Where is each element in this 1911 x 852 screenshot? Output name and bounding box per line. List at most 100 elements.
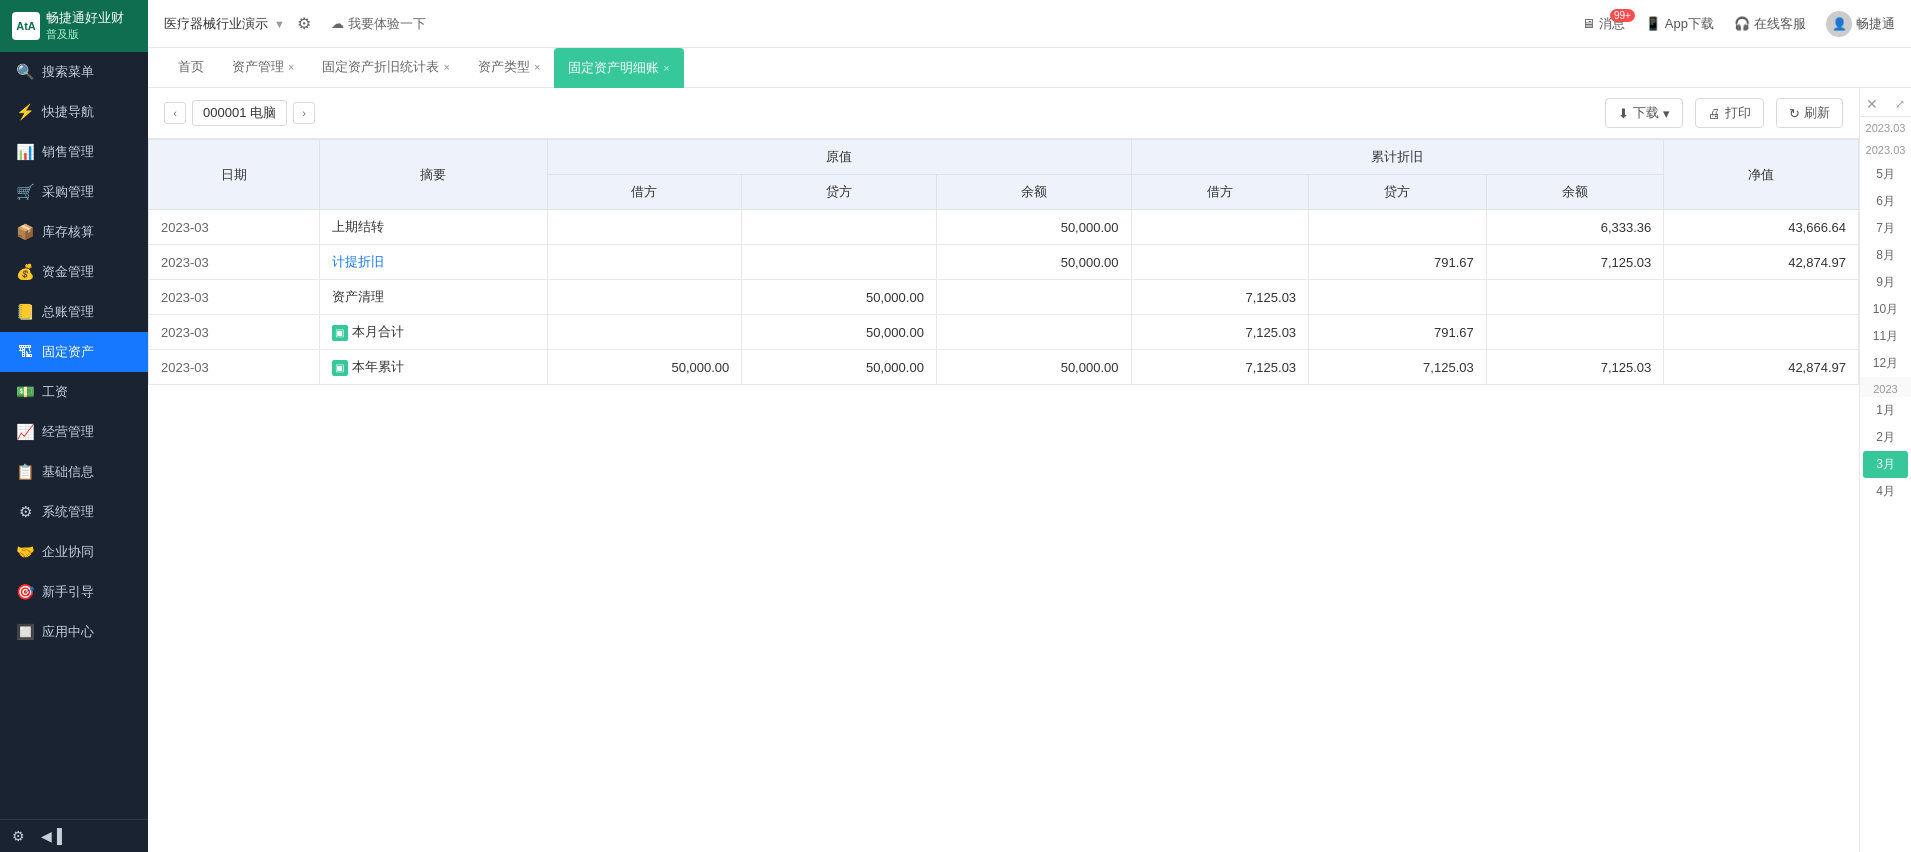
asset-code: 000001 [203, 105, 246, 120]
sidebar-item-sales[interactable]: 📊 销售管理 [0, 132, 148, 172]
timeline-month-6[interactable]: 6月 [1860, 188, 1911, 215]
sidebar-item-purchase[interactable]: 🛒 采购管理 [0, 172, 148, 212]
sidebar-item-app-center[interactable]: 🔲 应用中心 [0, 612, 148, 652]
sidebar-item-label: 新手引导 [42, 583, 94, 601]
timeline-month-11[interactable]: 11月 [1860, 323, 1911, 350]
timeline-close-btn[interactable]: ✕ [1866, 96, 1878, 112]
asset-code-display: 000001 电脑 [192, 100, 287, 126]
col-accum-balance: 余额 [1486, 175, 1664, 210]
tab-asset-mgmt-label: 资产管理 [232, 58, 284, 76]
message-badge: 99+ [1610, 9, 1635, 22]
collapse-sidebar-icon[interactable]: ◀▐ [41, 828, 62, 844]
table-toolbar: ‹ 000001 电脑 › ⬇ 下载 ▾ 🖨 打印 [148, 88, 1859, 139]
timeline-expand-btn[interactable]: ⤢ [1895, 97, 1905, 111]
col-accumulated-depreciation: 累计折旧 [1131, 140, 1664, 175]
sidebar-item-enterprise[interactable]: 🤝 企业协同 [0, 532, 148, 572]
app-download-btn[interactable]: 📱 App下载 [1645, 15, 1714, 33]
asset-next-btn[interactable]: › [293, 102, 315, 124]
timeline-year-top2: 2023.03 [1860, 139, 1911, 161]
col-original-value: 原值 [547, 140, 1131, 175]
col-desc: 摘要 [319, 140, 547, 210]
timeline-month-3[interactable]: 3月 [1863, 451, 1908, 478]
app-download-label: App下载 [1665, 15, 1714, 33]
timeline-month-7[interactable]: 7月 [1860, 215, 1911, 242]
settings-footer-icon[interactable]: ⚙ [12, 828, 25, 844]
sidebar-item-guide[interactable]: 🎯 新手引导 [0, 572, 148, 612]
settings-icon[interactable]: ⚙ [297, 14, 311, 33]
asset-name: 电脑 [250, 105, 276, 120]
print-btn[interactable]: 🖨 打印 [1695, 98, 1764, 128]
tab-depreciation-label: 固定资产折旧统计表 [322, 58, 439, 76]
sidebar-item-operations[interactable]: 📈 经营管理 [0, 412, 148, 452]
app-download-icon: 📱 [1645, 16, 1661, 31]
sidebar-item-system[interactable]: ⚙ 系统管理 [0, 492, 148, 532]
timeline-month-1[interactable]: 1月 [1860, 397, 1911, 424]
sales-icon: 📊 [16, 143, 34, 161]
tab-depreciation-stats[interactable]: 固定资产折旧统计表 × [308, 48, 463, 88]
tab-asset-mgmt[interactable]: 资产管理 × [218, 48, 308, 88]
sidebar-item-label: 基础信息 [42, 463, 94, 481]
user-menu[interactable]: 👤 畅捷通 [1826, 11, 1895, 37]
company-selector[interactable]: 医疗器械行业演示 ▼ [164, 15, 285, 33]
timeline-month-8[interactable]: 8月 [1860, 242, 1911, 269]
sidebar-item-label: 工资 [42, 383, 68, 401]
user-name: 畅捷通 [1856, 15, 1895, 33]
tabbar: 首页 资产管理 × 固定资产折旧统计表 × 资产类型 × 固定资产明细账 × [148, 48, 1911, 88]
timeline-month-5[interactable]: 5月 [1860, 161, 1911, 188]
sidebar-item-basic-info[interactable]: 📋 基础信息 [0, 452, 148, 492]
sidebar-item-ledger[interactable]: 📒 总账管理 [0, 292, 148, 332]
data-table: 日期 摘要 原值 累计折旧 净值 借方 贷方 余额 借方 贷方 余额 [148, 139, 1859, 852]
timeline-section-old: 5月 6月 7月 8月 9月 10月 11月 12月 [1860, 161, 1911, 377]
sidebar-item-inventory[interactable]: 📦 库存核算 [0, 212, 148, 252]
sidebar-item-search[interactable]: 🔍 搜索菜单 [0, 52, 148, 92]
download-dropdown-icon: ▾ [1663, 106, 1670, 121]
tab-asset-detail[interactable]: 固定资产明细账 × [554, 48, 683, 88]
table-container: ‹ 000001 电脑 › ⬇ 下载 ▾ 🖨 打印 [148, 88, 1859, 852]
col-net-value: 净值 [1664, 140, 1859, 210]
tab-asset-type-close[interactable]: × [534, 61, 540, 73]
table-row: 2023-03上期结转50,000.006,333.3643,666.64 [149, 210, 1859, 245]
timeline-year-top: 2023.03 [1860, 117, 1911, 139]
tab-asset-type[interactable]: 资产类型 × [464, 48, 554, 88]
customer-service-icon: 🎧 [1734, 16, 1750, 31]
topbar: 医疗器械行业演示 ▼ ⚙ ☁ 我要体验一下 🖥 消息 99+ 📱 App下载 🎧… [148, 0, 1911, 48]
timeline-2023-label: 2023 [1860, 377, 1911, 397]
timeline-month-9[interactable]: 9月 [1860, 269, 1911, 296]
tab-depreciation-close[interactable]: × [443, 61, 449, 73]
desc-link[interactable]: 计提折旧 [332, 253, 535, 271]
refresh-btn[interactable]: ↻ 刷新 [1776, 98, 1843, 128]
sidebar-item-quick-nav[interactable]: ⚡ 快捷导航 [0, 92, 148, 132]
sidebar-item-label: 经营管理 [42, 423, 94, 441]
timeline-month-10[interactable]: 10月 [1860, 296, 1911, 323]
timeline-month-12[interactable]: 12月 [1860, 350, 1911, 377]
download-btn[interactable]: ⬇ 下载 ▾ [1605, 98, 1683, 128]
tab-home[interactable]: 首页 [164, 48, 218, 88]
tab-asset-detail-close[interactable]: × [663, 62, 669, 74]
summary-icon: ▣ [332, 325, 348, 341]
app-title: 畅捷通好业财 [46, 10, 124, 27]
app-subtitle: 普及版 [46, 27, 124, 42]
experience-btn[interactable]: ☁ 我要体验一下 [331, 15, 426, 33]
sidebar-item-fixed-assets[interactable]: 🏗 固定资产 [0, 332, 148, 372]
sidebar-item-label: 企业协同 [42, 543, 94, 561]
fixed-assets-icon: 🏗 [16, 343, 34, 361]
sidebar-item-payroll[interactable]: 💵 工资 [0, 372, 148, 412]
experience-label: 我要体验一下 [348, 15, 426, 33]
table-row: 2023-03▣本年累计50,000.0050,000.0050,000.007… [149, 350, 1859, 385]
tab-asset-mgmt-close[interactable]: × [288, 61, 294, 73]
customer-service-btn[interactable]: 🎧 在线客服 [1734, 15, 1806, 33]
sidebar-item-funds[interactable]: 💰 资金管理 [0, 252, 148, 292]
sidebar-footer: ⚙ ◀▐ [0, 819, 148, 852]
inventory-icon: 📦 [16, 223, 34, 241]
message-btn[interactable]: 🖥 消息 99+ [1582, 15, 1625, 33]
message-icon: 🖥 [1582, 16, 1595, 31]
tab-asset-detail-label: 固定资产明细账 [568, 59, 659, 77]
timeline-month-4[interactable]: 4月 [1860, 478, 1911, 505]
purchase-icon: 🛒 [16, 183, 34, 201]
asset-prev-btn[interactable]: ‹ [164, 102, 186, 124]
timeline-section-2023: 2023 1月 2月 3月 4月 [1860, 377, 1911, 505]
timeline-month-2[interactable]: 2月 [1860, 424, 1911, 451]
download-icon: ⬇ [1618, 106, 1629, 121]
refresh-label: 刷新 [1804, 104, 1830, 122]
sidebar-item-label: 应用中心 [42, 623, 94, 641]
